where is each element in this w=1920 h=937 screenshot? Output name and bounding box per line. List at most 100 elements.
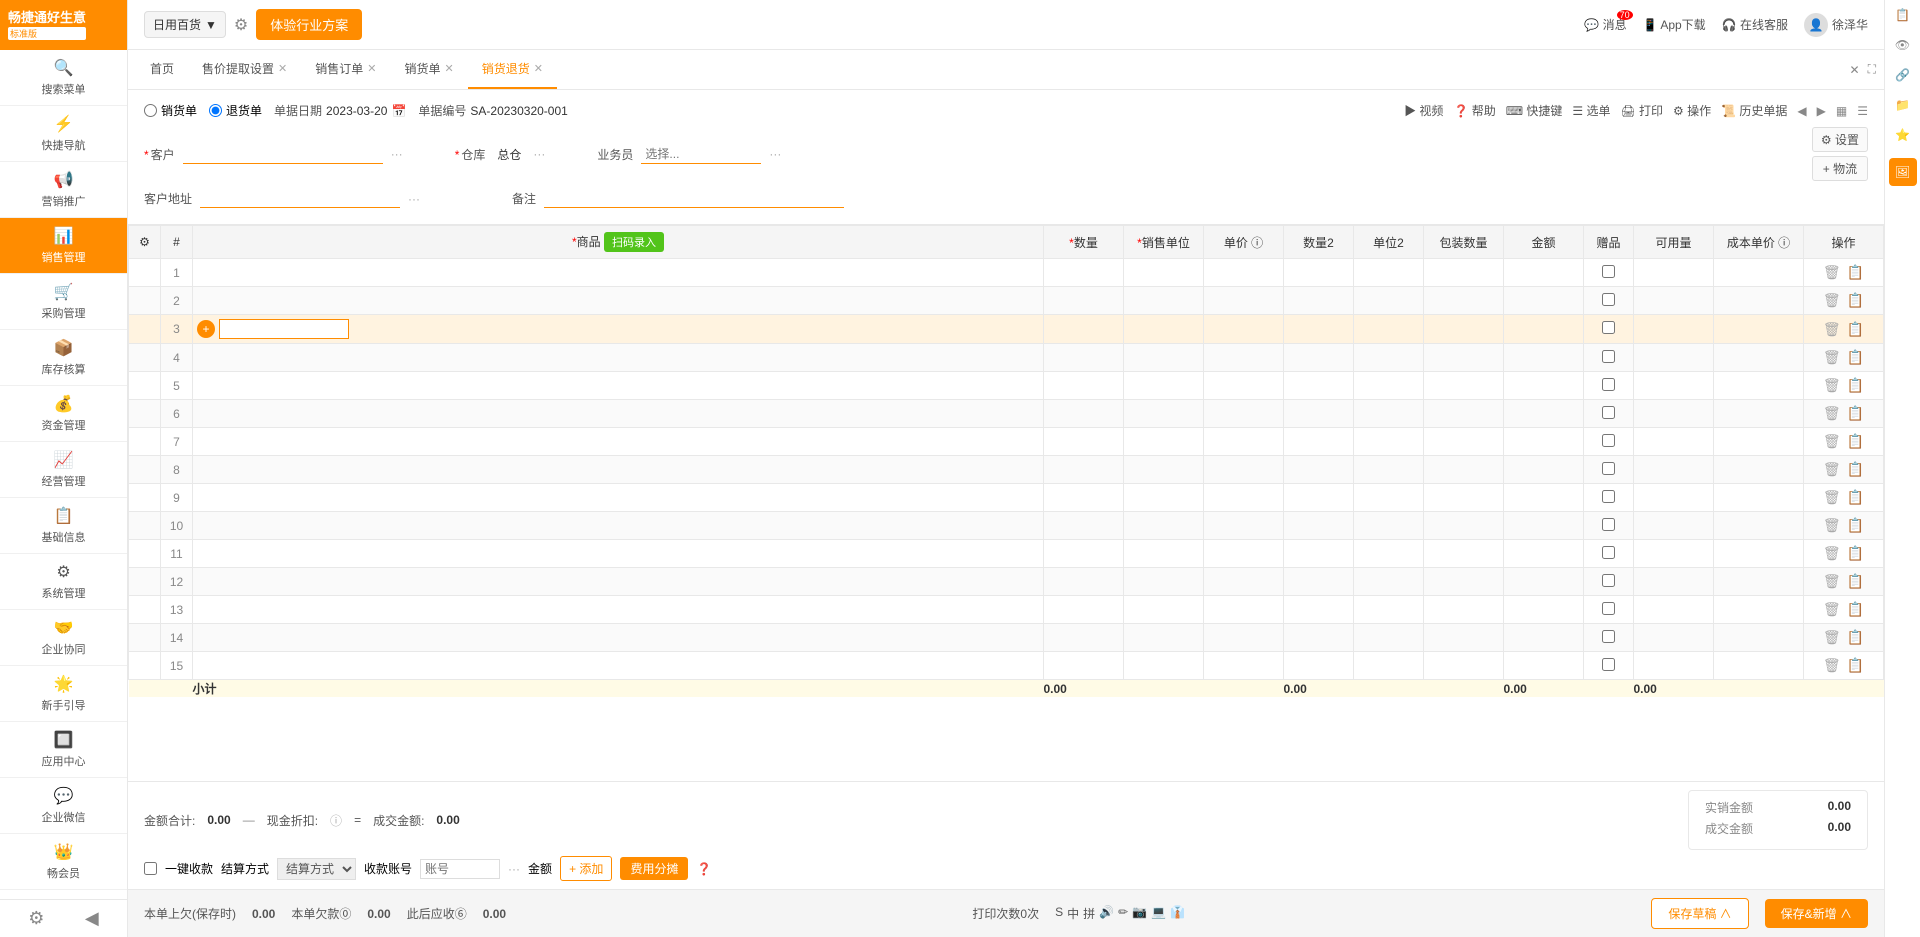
row-product[interactable]	[193, 344, 1044, 372]
row-amount[interactable]	[1504, 259, 1584, 287]
account-input[interactable]	[420, 859, 500, 879]
row-amount[interactable]	[1504, 540, 1584, 568]
gift-checkbox[interactable]	[1602, 574, 1615, 587]
expand-icon[interactable]: ⛶	[1868, 62, 1876, 77]
row-avail[interactable]	[1634, 372, 1714, 400]
row-gift[interactable]	[1584, 259, 1634, 287]
row-gift[interactable]	[1584, 344, 1634, 372]
delete-icon[interactable]: 🗑	[1823, 545, 1841, 562]
tab-price[interactable]: 售价提取设置 ✕	[188, 50, 301, 89]
row-qty[interactable]	[1044, 484, 1124, 512]
prev-icon[interactable]: ◀	[1797, 104, 1806, 118]
rp-icon3[interactable]: 🔗	[1895, 68, 1910, 82]
row-unit[interactable]	[1124, 484, 1204, 512]
row-avail[interactable]	[1634, 596, 1714, 624]
row-qty[interactable]	[1044, 428, 1124, 456]
row-qty[interactable]	[1044, 400, 1124, 428]
row-qty2[interactable]	[1284, 484, 1354, 512]
radio-shipment[interactable]: 销货单	[144, 102, 197, 119]
gift-checkbox[interactable]	[1602, 265, 1615, 278]
gift-checkbox[interactable]	[1602, 350, 1615, 363]
rp-icon1[interactable]: 📋	[1895, 8, 1910, 22]
fee-split-btn[interactable]: 费用分摊	[620, 857, 688, 880]
row-avail[interactable]	[1634, 624, 1714, 652]
row-amount[interactable]	[1504, 484, 1584, 512]
row-avail[interactable]	[1634, 652, 1714, 680]
salesperson-input[interactable]	[641, 145, 761, 164]
warehouse-dots[interactable]: ···	[533, 147, 545, 161]
row-qty2[interactable]	[1284, 456, 1354, 484]
row-unit[interactable]	[1124, 568, 1204, 596]
row-cost[interactable]	[1714, 568, 1804, 596]
row-product[interactable]	[193, 484, 1044, 512]
row-unit2[interactable]	[1354, 400, 1424, 428]
close-icon[interactable]: ✕	[534, 62, 543, 75]
sidebar-item-purchase[interactable]: 🛒 采购管理	[0, 274, 127, 330]
row-qty[interactable]	[1044, 512, 1124, 540]
row-avail[interactable]	[1634, 287, 1714, 315]
save-draft-btn[interactable]: 保存草稿 ∧	[1651, 898, 1748, 929]
row-avail[interactable]	[1634, 400, 1714, 428]
topbar-gear-icon[interactable]: ⚙	[234, 15, 248, 35]
gift-checkbox[interactable]	[1602, 630, 1615, 643]
row-price[interactable]	[1204, 287, 1284, 315]
delete-icon[interactable]: 🗑	[1823, 489, 1841, 506]
gift-checkbox[interactable]	[1602, 546, 1615, 559]
row-unit[interactable]	[1124, 428, 1204, 456]
row-avail[interactable]	[1634, 484, 1714, 512]
sidebar-item-system[interactable]: ⚙ 系统管理	[0, 554, 127, 610]
sidebar-item-shortcut[interactable]: ⚡ 快捷导航	[0, 106, 127, 162]
copy-icon[interactable]: 📋	[1847, 321, 1864, 338]
row-qty[interactable]	[1044, 652, 1124, 680]
date-value[interactable]: 2023-03-20	[326, 104, 387, 118]
delete-icon[interactable]: 🗑	[1823, 601, 1841, 618]
customer-dots[interactable]: ···	[391, 147, 403, 161]
row-unit[interactable]	[1124, 287, 1204, 315]
tab-order[interactable]: 销售订单 ✕	[301, 50, 390, 89]
delete-icon[interactable]: 🗑	[1823, 292, 1841, 309]
row-avail[interactable]	[1634, 259, 1714, 287]
copy-icon[interactable]: 📋	[1847, 545, 1864, 562]
row-gift[interactable]	[1584, 568, 1634, 596]
one-click-checkbox[interactable]	[144, 862, 157, 875]
row-qty2[interactable]	[1284, 344, 1354, 372]
row-qty[interactable]	[1044, 344, 1124, 372]
row-cost[interactable]	[1714, 344, 1804, 372]
amount-dots[interactable]: ···	[508, 862, 520, 876]
row-pack[interactable]	[1424, 596, 1504, 624]
rp-icon4[interactable]: 📁	[1895, 98, 1910, 112]
row-cost[interactable]	[1714, 484, 1804, 512]
gift-checkbox[interactable]	[1602, 658, 1615, 671]
sidebar-item-basic[interactable]: 📋 基础信息	[0, 498, 127, 554]
fee-help-icon[interactable]: ❓	[696, 862, 711, 876]
row-price[interactable]	[1204, 344, 1284, 372]
delete-icon[interactable]: 🗑	[1823, 573, 1841, 590]
row-gift[interactable]	[1584, 456, 1634, 484]
sidebar-item-finance[interactable]: 💰 资金管理	[0, 386, 127, 442]
app-download[interactable]: 📱 App下载	[1643, 16, 1706, 33]
row-qty[interactable]	[1044, 372, 1124, 400]
row-unit[interactable]	[1124, 456, 1204, 484]
row-avail[interactable]	[1634, 540, 1714, 568]
row-pack[interactable]	[1424, 372, 1504, 400]
row-price[interactable]	[1204, 540, 1284, 568]
row-gift[interactable]	[1584, 652, 1634, 680]
scan-button[interactable]: 扫码录入	[604, 232, 664, 252]
row-unit2[interactable]	[1354, 315, 1424, 344]
row-price[interactable]	[1204, 428, 1284, 456]
calendar-icon[interactable]: 📅	[391, 104, 406, 118]
row-pack[interactable]	[1424, 287, 1504, 315]
row-qty2[interactable]	[1284, 287, 1354, 315]
row-unit2[interactable]	[1354, 484, 1424, 512]
gift-checkbox[interactable]	[1602, 602, 1615, 615]
close-icon[interactable]: ✕	[367, 62, 376, 75]
copy-icon[interactable]: 📋	[1847, 461, 1864, 478]
row-product[interactable]	[193, 287, 1044, 315]
gift-checkbox[interactable]	[1602, 518, 1615, 531]
row-pack[interactable]	[1424, 568, 1504, 596]
row-unit2[interactable]	[1354, 624, 1424, 652]
row-cost[interactable]	[1714, 287, 1804, 315]
tab-shipment[interactable]: 销货单 ✕	[390, 50, 467, 89]
row-pack[interactable]	[1424, 428, 1504, 456]
sidebar-item-marketing[interactable]: 📢 营销推广	[0, 162, 127, 218]
